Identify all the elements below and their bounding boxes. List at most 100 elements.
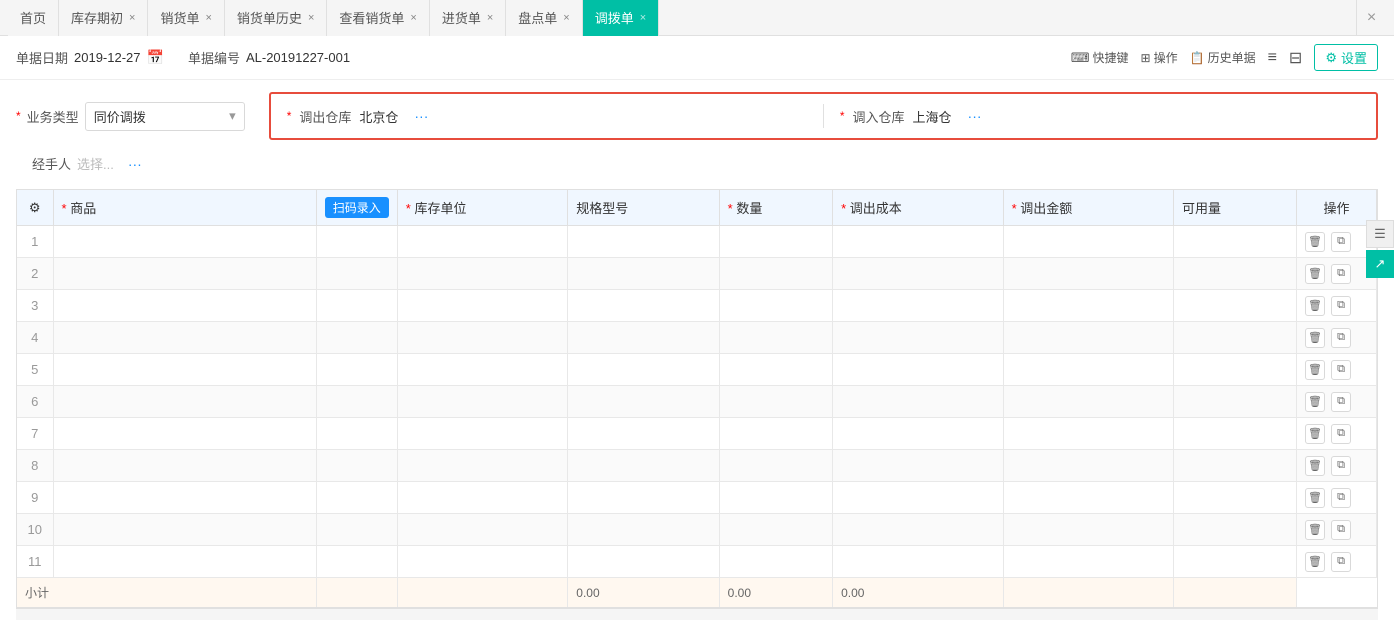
quantity-cell[interactable]: [719, 450, 832, 482]
spec-cell[interactable]: [568, 482, 719, 514]
spec-cell[interactable]: [568, 450, 719, 482]
copy-row-button[interactable]: ⧉: [1331, 232, 1351, 252]
cost-cell[interactable]: [833, 258, 1003, 290]
product-cell[interactable]: [53, 546, 316, 578]
delete-row-button[interactable]: 🗑: [1305, 424, 1325, 444]
quantity-cell[interactable]: [719, 418, 832, 450]
float-export-btn[interactable]: ↗: [1366, 250, 1394, 278]
scan-input-button[interactable]: 扫码录入: [325, 197, 389, 218]
spec-cell[interactable]: [568, 546, 719, 578]
unit-cell[interactable]: [397, 482, 567, 514]
product-cell[interactable]: [53, 226, 316, 258]
quantity-cell[interactable]: [719, 514, 832, 546]
delete-row-button[interactable]: 🗑: [1305, 264, 1325, 284]
cost-cell[interactable]: [833, 290, 1003, 322]
product-cell[interactable]: [53, 258, 316, 290]
cost-cell[interactable]: [833, 482, 1003, 514]
transfer-in-more-btn[interactable]: ···: [968, 108, 982, 124]
horizontal-scrollbar[interactable]: [16, 608, 1378, 620]
copy-row-button[interactable]: ⧉: [1331, 488, 1351, 508]
product-cell[interactable]: [53, 418, 316, 450]
shortcuts-btn[interactable]: ⌨ 快捷键: [1071, 49, 1129, 66]
cost-cell[interactable]: [833, 354, 1003, 386]
delete-row-button[interactable]: 🗑: [1305, 392, 1325, 412]
spec-cell[interactable]: [568, 226, 719, 258]
unit-cell[interactable]: [397, 290, 567, 322]
cost-cell[interactable]: [833, 546, 1003, 578]
cost-cell[interactable]: [833, 514, 1003, 546]
close-inventory-init[interactable]: ×: [129, 12, 135, 24]
quantity-cell[interactable]: [719, 290, 832, 322]
spec-cell[interactable]: [568, 322, 719, 354]
product-cell[interactable]: [53, 322, 316, 354]
delete-row-button[interactable]: 🗑: [1305, 552, 1325, 572]
copy-row-button[interactable]: ⧉: [1331, 392, 1351, 412]
tab-transfer-order[interactable]: 调拨单 ×: [583, 0, 659, 36]
amount-cell[interactable]: [1003, 514, 1173, 546]
delete-row-button[interactable]: 🗑: [1305, 520, 1325, 540]
product-cell[interactable]: [53, 386, 316, 418]
amount-cell[interactable]: [1003, 386, 1173, 418]
product-cell[interactable]: [53, 450, 316, 482]
quantity-cell[interactable]: [719, 386, 832, 418]
layout-toggle-1[interactable]: ≡: [1268, 49, 1277, 67]
delete-row-button[interactable]: 🗑: [1305, 296, 1325, 316]
tab-sales-order[interactable]: 销货单 ×: [148, 0, 224, 36]
close-transfer-order[interactable]: ×: [640, 12, 646, 24]
product-cell[interactable]: [53, 514, 316, 546]
unit-cell[interactable]: [397, 546, 567, 578]
calendar-icon[interactable]: 📅: [147, 49, 164, 66]
delete-row-button[interactable]: 🗑: [1305, 328, 1325, 348]
quantity-cell[interactable]: [719, 322, 832, 354]
amount-cell[interactable]: [1003, 482, 1173, 514]
cost-cell[interactable]: [833, 322, 1003, 354]
amount-cell[interactable]: [1003, 546, 1173, 578]
tab-sales-history[interactable]: 销货单历史 ×: [225, 0, 327, 36]
copy-row-button[interactable]: ⧉: [1331, 552, 1351, 572]
unit-cell[interactable]: [397, 386, 567, 418]
quantity-cell[interactable]: [719, 482, 832, 514]
copy-row-button[interactable]: ⧉: [1331, 424, 1351, 444]
tab-inventory-check[interactable]: 盘点单 ×: [506, 0, 582, 36]
settings-button[interactable]: ⚙ 设置: [1314, 44, 1378, 71]
transfer-out-more-btn[interactable]: ···: [414, 108, 428, 124]
amount-cell[interactable]: [1003, 354, 1173, 386]
unit-cell[interactable]: [397, 418, 567, 450]
product-cell[interactable]: [53, 482, 316, 514]
tab-home[interactable]: 首页: [8, 0, 59, 36]
unit-cell[interactable]: [397, 258, 567, 290]
unit-cell[interactable]: [397, 226, 567, 258]
copy-row-button[interactable]: ⧉: [1331, 360, 1351, 380]
cost-cell[interactable]: [833, 450, 1003, 482]
amount-cell[interactable]: [1003, 258, 1173, 290]
tab-purchase-order[interactable]: 进货单 ×: [430, 0, 506, 36]
copy-row-button[interactable]: ⧉: [1331, 296, 1351, 316]
copy-row-button[interactable]: ⧉: [1331, 520, 1351, 540]
amount-cell[interactable]: [1003, 450, 1173, 482]
close-sales-order[interactable]: ×: [205, 12, 211, 24]
delete-row-button[interactable]: 🗑: [1305, 488, 1325, 508]
cost-cell[interactable]: [833, 386, 1003, 418]
copy-row-button[interactable]: ⧉: [1331, 456, 1351, 476]
amount-cell[interactable]: [1003, 322, 1173, 354]
quantity-cell[interactable]: [719, 546, 832, 578]
business-type-select[interactable]: 同价调拨 ▾: [85, 102, 245, 131]
delete-row-button[interactable]: 🗑: [1305, 360, 1325, 380]
amount-cell[interactable]: [1003, 226, 1173, 258]
operations-btn[interactable]: ⊞ 操作: [1141, 49, 1178, 66]
th-gear[interactable]: ⚙: [17, 190, 53, 226]
person-select[interactable]: 选择...: [77, 154, 114, 173]
cost-cell[interactable]: [833, 418, 1003, 450]
window-close-button[interactable]: ×: [1356, 0, 1386, 36]
product-cell[interactable]: [53, 354, 316, 386]
delete-row-button[interactable]: 🗑: [1305, 456, 1325, 476]
close-sales-history[interactable]: ×: [308, 12, 314, 24]
tab-inventory-init[interactable]: 库存期初 ×: [59, 0, 148, 36]
quantity-cell[interactable]: [719, 258, 832, 290]
copy-row-button[interactable]: ⧉: [1331, 264, 1351, 284]
quantity-cell[interactable]: [719, 226, 832, 258]
history-btn[interactable]: 📋 历史单据: [1190, 49, 1256, 66]
unit-cell[interactable]: [397, 354, 567, 386]
product-cell[interactable]: [53, 290, 316, 322]
copy-row-button[interactable]: ⧉: [1331, 328, 1351, 348]
